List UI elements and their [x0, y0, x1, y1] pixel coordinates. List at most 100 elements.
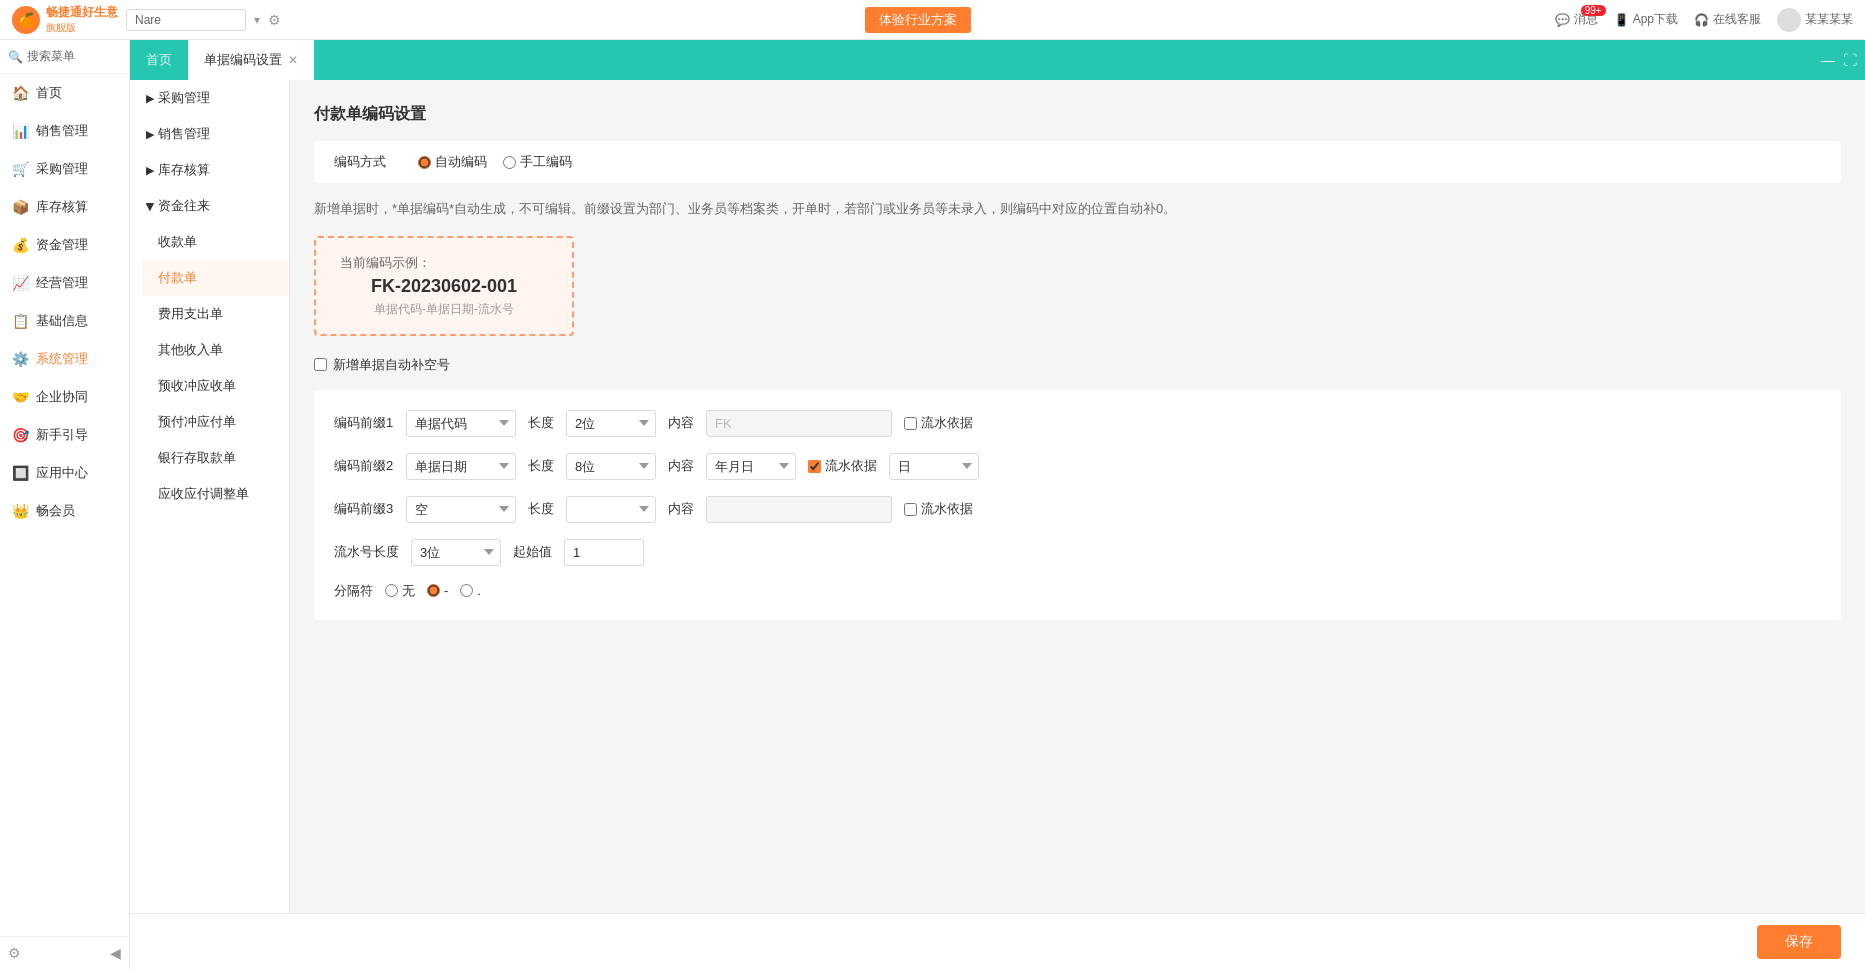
sidebar-item-sales[interactable]: 📊 销售管理	[0, 112, 129, 150]
sep-none-radio[interactable]	[385, 584, 398, 597]
prefix3-watermark-checkbox[interactable]	[904, 503, 917, 516]
search-menu-button[interactable]: 🔍 搜索菜单	[0, 40, 129, 74]
settings-footer-icon[interactable]: ⚙	[8, 945, 21, 961]
sales-group-arrow: ▶	[146, 128, 154, 141]
serial-length-row: 流水号长度 3位 4位 5位 6位 起始值	[334, 539, 1821, 566]
sidebar-item-coop[interactable]: 🤝 企业协同	[0, 378, 129, 416]
sidebar-label-system: 系统管理	[36, 350, 88, 368]
prefix2-select[interactable]: 单据日期 单据代码 部门 业务员 空	[406, 453, 516, 480]
left-panel-prepay-pay[interactable]: 预付冲应付单	[142, 404, 289, 440]
top-bar-middle: 体验行业方案	[865, 7, 971, 33]
sidebar-item-basic[interactable]: 📋 基础信息	[0, 302, 129, 340]
tab-bar: 首页 单据编码设置 ✕ — ⛶	[130, 40, 1865, 80]
tab-home[interactable]: 首页	[130, 40, 188, 80]
sep-dot-radio[interactable]	[460, 584, 473, 597]
tab-code-setting-label: 单据编码设置	[204, 51, 282, 69]
home-icon: 🏠	[12, 85, 28, 101]
left-panel-other-income[interactable]: 其他收入单	[142, 332, 289, 368]
solution-button[interactable]: 体验行业方案	[865, 7, 971, 33]
prefix1-watermark-check[interactable]: 流水依据	[904, 414, 973, 432]
prefix1-watermark-checkbox[interactable]	[904, 417, 917, 430]
sep-dot-option[interactable]: .	[460, 583, 481, 598]
online-service-button[interactable]: 🎧 在线客服	[1694, 11, 1761, 28]
minimize-icon[interactable]: —	[1821, 52, 1835, 68]
tab-close-icon[interactable]: ✕	[288, 53, 298, 67]
serial-length-select[interactable]: 3位 4位 5位 6位	[411, 539, 501, 566]
sidebar-item-member[interactable]: 👑 畅会员	[0, 492, 129, 530]
sep-dash-label: -	[444, 583, 448, 598]
encoding-radio-group: 自动编码 手工编码	[418, 153, 572, 171]
settings-icon[interactable]: ⚙	[268, 12, 281, 28]
new-record-checkbox[interactable]	[314, 358, 327, 371]
left-panel-adjust[interactable]: 应收应付调整单	[142, 476, 289, 512]
prefix3-label: 编码前缀3	[334, 500, 394, 518]
start-value-input[interactable]	[564, 539, 644, 566]
sidebar-label-purchase: 采购管理	[36, 160, 88, 178]
prefix1-content-input	[706, 410, 892, 437]
left-panel-payment[interactable]: 付款单	[142, 260, 289, 296]
auto-code-radio[interactable]	[418, 156, 431, 169]
headset-icon: 🎧	[1694, 13, 1709, 27]
prefix3-select[interactable]: 空 单据代码 单据日期 部门 业务员	[406, 496, 516, 523]
auto-code-option[interactable]: 自动编码	[418, 153, 487, 171]
left-panel: ▶ 采购管理 ▶ 销售管理 ▶ 库存核算 ▶ 资金往来 收款单	[130, 80, 290, 913]
nav-input[interactable]	[126, 9, 246, 31]
prefix1-length-label: 长度	[528, 414, 554, 432]
sep-dash-radio[interactable]	[427, 584, 440, 597]
user-profile[interactable]: 某某某某	[1777, 8, 1853, 32]
left-panel-inventory-group[interactable]: ▶ 库存核算	[130, 152, 289, 188]
prefix2-row: 编码前缀2 单据日期 单据代码 部门 业务员 空 长度 8位 2位 4位	[334, 453, 1821, 480]
app-download-button[interactable]: 📱 App下载	[1614, 11, 1678, 28]
funds-group-label: 资金往来	[158, 197, 210, 215]
expand-icon[interactable]: ⛶	[1843, 52, 1857, 68]
sidebar-item-home[interactable]: 🏠 首页	[0, 74, 129, 112]
message-button[interactable]: 💬 消息 99+	[1555, 11, 1598, 28]
prefix1-length-select[interactable]: 2位 4位 6位 8位	[566, 410, 656, 437]
prefix3-watermark-check[interactable]: 流水依据	[904, 500, 973, 518]
sidebar-item-operations[interactable]: 📈 经营管理	[0, 264, 129, 302]
member-icon: 👑	[12, 503, 28, 519]
brand: 🍊 畅捷通好生意 旗舰版	[12, 4, 118, 35]
sidebar-item-finance[interactable]: 💰 资金管理	[0, 226, 129, 264]
manual-code-radio[interactable]	[503, 156, 516, 169]
sidebar-nav: 🏠 首页 📊 销售管理 🛒 采购管理 📦 库存核算 💰 资金管理 📈 经	[0, 74, 129, 936]
save-button[interactable]: 保存	[1757, 925, 1841, 959]
left-panel-bank-deposit[interactable]: 银行存取款单	[142, 440, 289, 476]
manual-code-label: 手工编码	[520, 153, 572, 171]
funds-sub-items: 收款单 付款单 费用支出单 其他收入单 预收冲应收单 预付冲	[130, 224, 289, 512]
left-panel-purchase-group[interactable]: ▶ 采购管理	[130, 80, 289, 116]
left-panel-prepay-receive[interactable]: 预收冲应收单	[142, 368, 289, 404]
basic-icon: 📋	[12, 313, 28, 329]
sidebar-item-purchase[interactable]: 🛒 采购管理	[0, 150, 129, 188]
left-panel-sales-group[interactable]: ▶ 销售管理	[130, 116, 289, 152]
tab-code-setting[interactable]: 单据编码设置 ✕	[188, 40, 314, 80]
sidebar-item-inventory[interactable]: 📦 库存核算	[0, 188, 129, 226]
prepay-receive-label: 预收冲应收单	[158, 377, 236, 395]
prefix1-select[interactable]: 单据代码 单据日期 部门 业务员 空	[406, 410, 516, 437]
prefix2-watermark-checkbox[interactable]	[808, 460, 821, 473]
prefix2-watermark-check[interactable]: 流水依据	[808, 457, 877, 475]
sidebar-item-appstore[interactable]: 🔲 应用中心	[0, 454, 129, 492]
preview-desc: 单据代码-单据日期-流水号	[340, 301, 548, 318]
sep-dash-option[interactable]: -	[427, 583, 448, 598]
chevron-down-icon[interactable]: ▾	[254, 13, 260, 27]
prefix1-row: 编码前缀1 单据代码 单据日期 部门 业务员 空 长度 2位 4位 6位	[334, 410, 1821, 437]
manual-code-option[interactable]: 手工编码	[503, 153, 572, 171]
left-panel-receipt[interactable]: 收款单	[142, 224, 289, 260]
left-panel-expense[interactable]: 费用支出单	[142, 296, 289, 332]
sep-none-option[interactable]: 无	[385, 582, 415, 600]
prefix2-content-select[interactable]: 年月日 年月 年	[706, 453, 796, 480]
prefix2-watermark-unit-select[interactable]: 日 月 年	[889, 453, 979, 480]
prefix2-length-select[interactable]: 8位 2位 4位 6位	[566, 453, 656, 480]
sidebar-label-guide: 新手引导	[36, 426, 88, 444]
encoding-type-label: 编码方式	[334, 153, 386, 171]
sales-group-label: 销售管理	[158, 125, 210, 143]
collapse-sidebar-icon[interactable]: ◀	[110, 945, 121, 961]
brand-name: 畅捷通好生意	[46, 4, 118, 21]
left-panel-funds-group[interactable]: ▶ 资金往来	[130, 188, 289, 224]
auto-code-label: 自动编码	[435, 153, 487, 171]
prefix3-length-select[interactable]	[566, 496, 656, 523]
sidebar-item-guide[interactable]: 🎯 新手引导	[0, 416, 129, 454]
sidebar-item-system[interactable]: ⚙️ 系统管理	[0, 340, 129, 378]
top-bar-left: 🍊 畅捷通好生意 旗舰版 ▾ ⚙	[12, 4, 281, 35]
